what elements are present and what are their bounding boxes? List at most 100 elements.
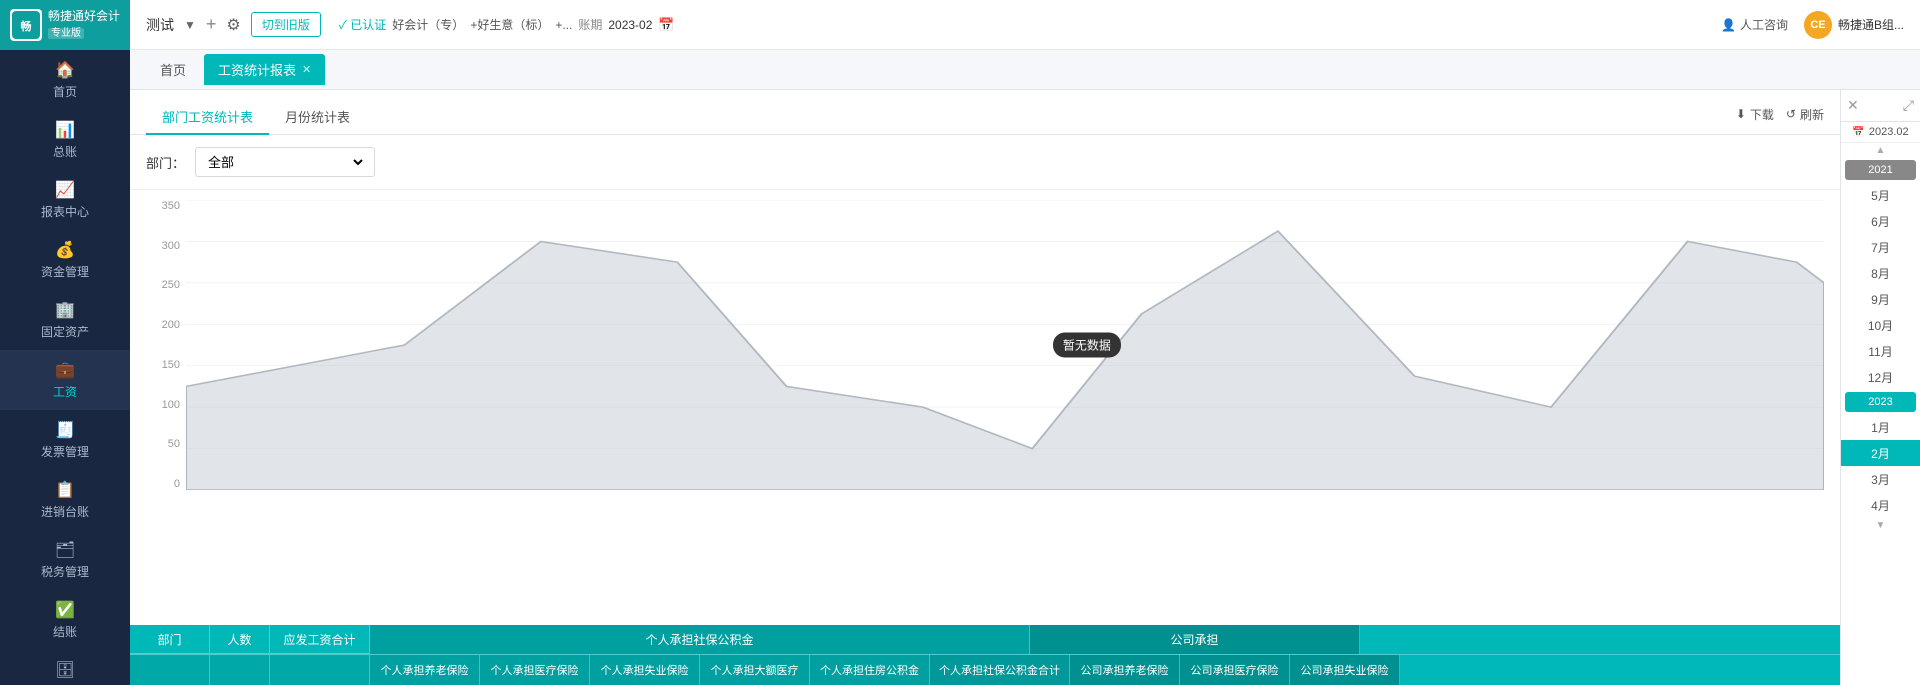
sidebar: 畅 畅捷通好会计 专业版 🏠 首页 📊 总账 📈 报表中心 💰 资金管理 🏢 固… — [0, 0, 130, 685]
help-icon: 👤 — [1721, 18, 1736, 32]
col-group-company: 公司承担 — [1030, 625, 1360, 654]
good-account-status: 好会计（专） — [392, 16, 464, 33]
col-company-pension: 公司承担养老保险 — [1070, 655, 1180, 685]
assets-icon: 🏢 — [55, 300, 75, 320]
tab-payroll-stats[interactable]: 工资统计报表 ✕ — [204, 54, 325, 85]
panel-close-btn[interactable]: ✕ — [1847, 97, 1859, 114]
month-2021-05[interactable]: 5月 — [1841, 182, 1920, 208]
sidebar-item-payroll-label: 工资 — [53, 383, 77, 400]
sales-icon: 📋 — [55, 480, 75, 500]
sidebar-item-general-ledger[interactable]: 📊 总账 — [0, 110, 130, 170]
month-2023-03[interactable]: 3月 — [1841, 466, 1920, 492]
y-label-150: 150 — [162, 359, 180, 371]
topbar-title: 测试 — [146, 15, 174, 35]
chart-container: 350 300 250 200 150 100 50 0 — [146, 200, 1824, 520]
sidebar-item-invoice-label: 发票管理 — [41, 443, 89, 460]
invoice-icon: 🧾 — [55, 420, 75, 440]
calendar-current-date: 📅 2023.02 — [1841, 122, 1920, 143]
col-company-unemployment: 公司承担失业保险 — [1290, 655, 1400, 685]
y-label-350: 350 — [162, 200, 180, 212]
sidebar-item-archive[interactable]: 🗄 归档管理 — [0, 650, 130, 685]
tab-home[interactable]: 首页 — [146, 54, 200, 85]
report-icon: 📈 — [55, 180, 75, 200]
col-personal-total: 个人承担社保公积金合计 — [930, 655, 1070, 685]
dept-select[interactable]: 全部 — [204, 148, 366, 176]
sidebar-item-tax-mgmt[interactable]: 🗂 税务管理 — [0, 530, 130, 590]
col-dept-sub — [130, 655, 210, 685]
col-personal-major-medical: 个人承担大额医疗 — [700, 655, 810, 685]
period-label: 账期 — [578, 16, 602, 33]
chart-wrapper: 350 300 250 200 150 100 50 0 — [130, 190, 1840, 625]
col-group-personal: 个人承担社保公积金 — [370, 625, 1030, 654]
tab-close-btn[interactable]: ✕ — [302, 63, 311, 76]
month-2021-11[interactable]: 11月 — [1841, 338, 1920, 364]
sidebar-item-fund-label: 资金管理 — [41, 263, 89, 280]
fund-icon: 💰 — [55, 240, 75, 260]
month-2021-07[interactable]: 7月 — [1841, 234, 1920, 260]
sidebar-item-report-center[interactable]: 📈 报表中心 — [0, 170, 130, 230]
col-personal-unemployment: 个人承担失业保险 — [590, 655, 700, 685]
month-2021-12[interactable]: 12月 — [1841, 364, 1920, 390]
user-profile[interactable]: CE 畅捷通B组... — [1804, 11, 1904, 39]
sidebar-item-payroll[interactable]: 💼 工资 — [0, 350, 130, 410]
settlement-icon: ✅ — [55, 600, 75, 620]
sidebar-item-sales-label: 进销台账 — [41, 503, 89, 520]
refresh-icon: ↺ — [1786, 107, 1796, 121]
topbar-dropdown[interactable]: ▼ — [184, 18, 196, 32]
sidebar-item-tax-label: 税务管理 — [41, 563, 89, 580]
calendar-icon[interactable]: 📅 — [658, 17, 674, 33]
month-2021-10[interactable]: 10月 — [1841, 312, 1920, 338]
sidebar-item-fixed-assets[interactable]: 🏢 固定资产 — [0, 290, 130, 350]
dept-filter-label: 部门： — [146, 153, 185, 172]
payroll-icon: 💼 — [55, 360, 75, 380]
topbar-right: 👤 人工咨询 CE 畅捷通B组... — [1721, 11, 1904, 39]
col-total-salary: 应发工资合计 — [270, 625, 370, 654]
sidebar-item-sales-ledger[interactable]: 📋 进销台账 — [0, 470, 130, 530]
switch-version-btn[interactable]: 切到旧版 — [251, 12, 321, 37]
home-icon: 🏠 — [55, 60, 75, 80]
sidebar-item-ledger-label: 总账 — [53, 143, 77, 160]
dept-filter-select[interactable]: 全部 — [195, 147, 375, 177]
username: 畅捷通B组... — [1838, 16, 1904, 33]
refresh-btn[interactable]: ↺ 刷新 — [1786, 106, 1824, 123]
year-2021-tag: 2021 — [1845, 160, 1916, 180]
sub-tabbar: 部门工资统计表 月份统计表 ⬇ 下载 ↺ 刷新 — [130, 90, 1840, 135]
current-period: 2023-02 — [608, 18, 652, 32]
sidebar-item-home[interactable]: 🏠 首页 — [0, 50, 130, 110]
filter-bar: 部门： 全部 — [130, 135, 1840, 190]
good-business-status: +好生意（标） — [470, 16, 549, 33]
month-2023-04[interactable]: 4月 — [1841, 492, 1920, 518]
col-salary-sub — [270, 655, 370, 685]
sub-tab-dept-stats[interactable]: 部门工资统计表 — [146, 100, 269, 135]
month-2023-02[interactable]: 2月 — [1841, 440, 1920, 466]
sidebar-item-assets-label: 固定资产 — [41, 323, 89, 340]
month-2021-06[interactable]: 6月 — [1841, 208, 1920, 234]
ledger-icon: 📊 — [55, 120, 75, 140]
sidebar-item-home-label: 首页 — [53, 83, 77, 100]
table-header-row1: 部门 人数 应发工资合计 个人承担社保公积金 公司承担 — [130, 625, 1840, 655]
topbar-add-btn[interactable]: + — [206, 14, 217, 35]
col-personal-medical: 个人承担医疗保险 — [480, 655, 590, 685]
sidebar-item-invoice[interactable]: 🧾 发票管理 — [0, 410, 130, 470]
main-content: 测试 ▼ + ⚙ 切到旧版 ✓ 已认证 好会计（专） +好生意（标） +... … — [130, 0, 1920, 685]
calendar-nav-down[interactable]: ▼ — [1841, 518, 1920, 533]
month-2023-01[interactable]: 1月 — [1841, 414, 1920, 440]
download-btn[interactable]: ⬇ 下载 — [1736, 106, 1774, 123]
month-2021-09[interactable]: 9月 — [1841, 286, 1920, 312]
col-count-sub — [210, 655, 270, 685]
right-panel-header: ✕ ⤢ — [1841, 90, 1920, 122]
calendar-nav-up[interactable]: ▲ — [1841, 143, 1920, 158]
tabbar: 首页 工资统计报表 ✕ — [130, 50, 1920, 90]
help-btn[interactable]: 👤 人工咨询 — [1721, 16, 1788, 33]
sidebar-item-settlement[interactable]: ✅ 结账 — [0, 590, 130, 650]
col-count: 人数 — [210, 625, 270, 654]
col-personal-housing-fund: 个人承担住房公积金 — [810, 655, 930, 685]
month-2021-08[interactable]: 8月 — [1841, 260, 1920, 286]
y-label-100: 100 — [162, 399, 180, 411]
topbar-settings-icon[interactable]: ⚙ — [226, 15, 240, 35]
col-personal-pension: 个人承担养老保险 — [370, 655, 480, 685]
sub-tab-monthly-stats[interactable]: 月份统计表 — [269, 100, 366, 135]
sidebar-item-fund-mgmt[interactable]: 💰 资金管理 — [0, 230, 130, 290]
panel-expand-btn[interactable]: ⤢ — [1903, 97, 1914, 114]
y-label-300: 300 — [162, 240, 180, 252]
